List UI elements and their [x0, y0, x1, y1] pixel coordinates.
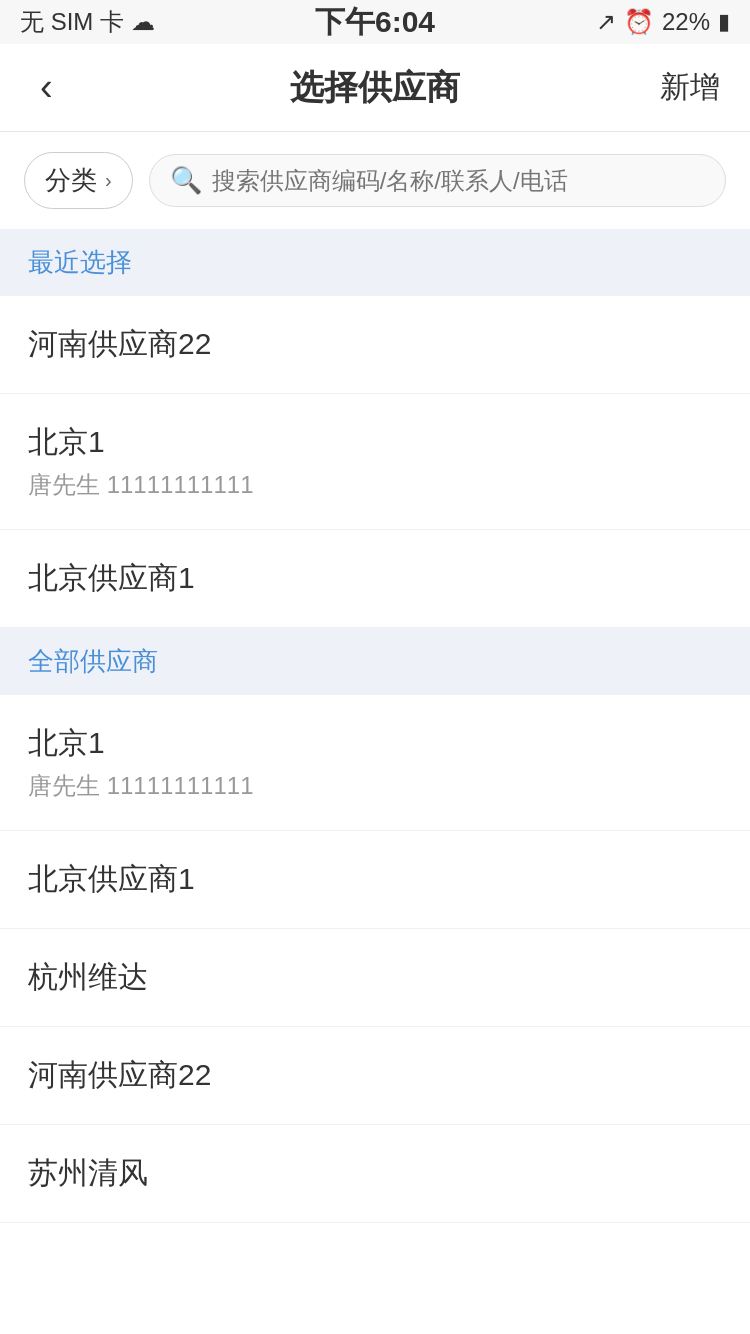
- category-button[interactable]: 分类 ›: [24, 152, 133, 209]
- item-name: 河南供应商22: [28, 1055, 722, 1096]
- location-icon: ↗: [596, 8, 616, 36]
- page-title: 选择供应商: [290, 65, 460, 111]
- search-input[interactable]: [212, 167, 705, 195]
- recent-items-list: 河南供应商22 北京1 唐先生 11111111111 北京供应商1: [0, 296, 750, 628]
- status-time: 下午6:04: [315, 2, 435, 43]
- sim-label: 无 SIM 卡 ☁: [20, 6, 155, 38]
- status-bar: 无 SIM 卡 ☁ 下午6:04 ↗ ⏰ 22% ▮: [0, 0, 750, 44]
- chevron-right-icon: ›: [105, 169, 112, 192]
- battery-icon: ▮: [718, 9, 730, 35]
- search-bar: 分类 › 🔍: [0, 132, 750, 229]
- status-right: ↗ ⏰ 22% ▮: [596, 8, 730, 36]
- all-items-list: 北京1 唐先生 11111111111 北京供应商1 杭州维达河南供应商22 苏州清风: [0, 695, 750, 1223]
- list-item[interactable]: 北京供应商1: [0, 831, 750, 929]
- item-name: 河南供应商22: [28, 324, 722, 365]
- alarm-icon: ⏰: [624, 8, 654, 36]
- list-item[interactable]: 北京1 唐先生 11111111111: [0, 695, 750, 831]
- add-button[interactable]: 新增: [660, 67, 720, 108]
- item-sub: 唐先生 11111111111: [28, 469, 722, 501]
- recent-section-label: 最近选择: [28, 247, 132, 277]
- all-section-header: 全部供应商: [0, 628, 750, 695]
- item-name: 杭州维达: [28, 957, 722, 998]
- item-name: 北京供应商1: [28, 859, 722, 900]
- list-item[interactable]: 北京供应商1: [0, 530, 750, 628]
- list-item[interactable]: 河南供应商22: [0, 296, 750, 394]
- search-icon: 🔍: [170, 165, 202, 196]
- item-sub: 唐先生 11111111111: [28, 770, 722, 802]
- battery-label: 22%: [662, 8, 710, 36]
- item-name: 北京供应商1: [28, 558, 722, 599]
- item-name: 苏州清风: [28, 1153, 722, 1194]
- list-item[interactable]: 杭州维达: [0, 929, 750, 1027]
- item-name: 北京1: [28, 723, 722, 764]
- all-section-label: 全部供应商: [28, 646, 158, 676]
- item-name: 北京1: [28, 422, 722, 463]
- search-input-wrap[interactable]: 🔍: [149, 154, 726, 207]
- list-item[interactable]: 河南供应商22: [0, 1027, 750, 1125]
- category-label: 分类: [45, 163, 97, 198]
- list-item[interactable]: 北京1 唐先生 11111111111: [0, 394, 750, 530]
- nav-bar: ‹ 选择供应商 新增: [0, 44, 750, 132]
- recent-section-header: 最近选择: [0, 229, 750, 296]
- status-left: 无 SIM 卡 ☁: [20, 6, 155, 38]
- list-item[interactable]: 苏州清风: [0, 1125, 750, 1223]
- back-button[interactable]: ‹: [30, 56, 63, 119]
